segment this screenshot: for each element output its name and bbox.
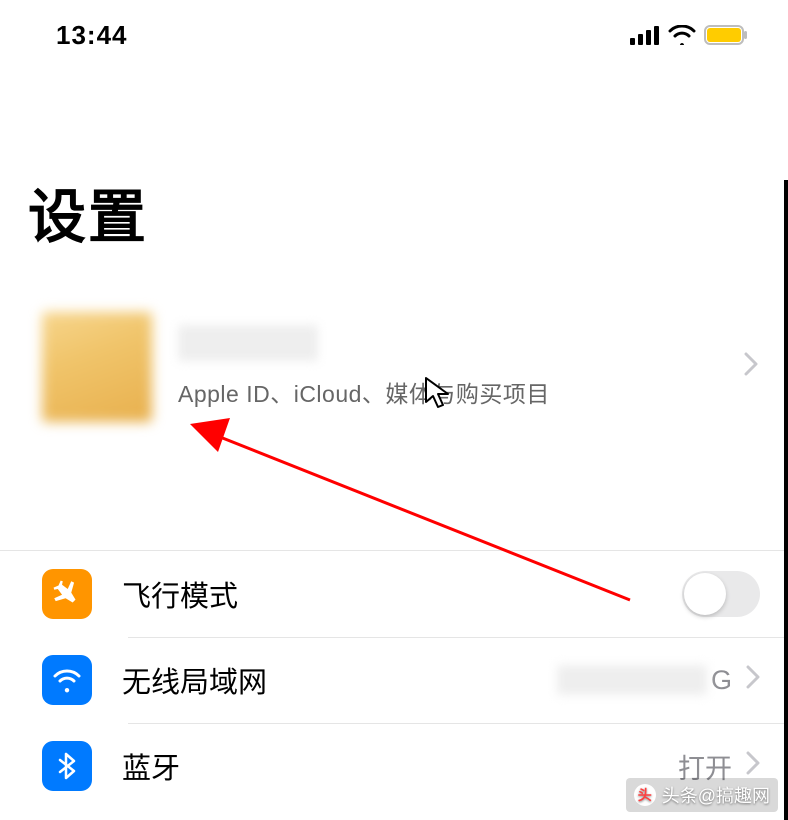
bluetooth-icon bbox=[42, 741, 92, 791]
profile-name-redacted bbox=[178, 325, 318, 361]
spacer bbox=[0, 440, 788, 550]
watermark-logo-icon: 头 bbox=[634, 784, 656, 806]
chevron-right-icon bbox=[744, 351, 758, 383]
watermark-text: 头条@搞趣网 bbox=[662, 782, 770, 808]
wifi-value: G bbox=[557, 665, 746, 696]
wifi-value-suffix: G bbox=[711, 665, 732, 696]
toggle-knob bbox=[684, 573, 726, 615]
wifi-icon bbox=[42, 655, 92, 705]
cellular-icon bbox=[630, 25, 660, 45]
page-title: 设置 bbox=[0, 60, 788, 294]
airplane-icon bbox=[42, 569, 92, 619]
profile-text: Apple ID、iCloud、媒体与购买项目 bbox=[178, 325, 744, 409]
watermark: 头 头条@搞趣网 bbox=[626, 778, 778, 812]
avatar bbox=[42, 312, 152, 422]
airplane-label: 飞行模式 bbox=[122, 573, 682, 615]
bluetooth-label: 蓝牙 bbox=[122, 745, 678, 787]
status-icons bbox=[630, 25, 748, 45]
settings-list: 飞行模式 无线局域网 G 蓝牙 打开 bbox=[0, 550, 788, 809]
airplane-toggle[interactable] bbox=[682, 571, 760, 617]
wifi-label: 无线局域网 bbox=[122, 659, 557, 701]
profile-subtitle: Apple ID、iCloud、媒体与购买项目 bbox=[178, 375, 744, 409]
status-time: 13:44 bbox=[56, 20, 128, 51]
airplane-mode-row[interactable]: 飞行模式 bbox=[0, 551, 788, 637]
scrollbar-edge bbox=[784, 180, 788, 820]
wifi-status-icon bbox=[668, 25, 696, 45]
battery-icon bbox=[704, 25, 748, 45]
wifi-value-redacted bbox=[557, 665, 707, 695]
wifi-row[interactable]: 无线局域网 G bbox=[0, 637, 788, 723]
chevron-right-icon bbox=[746, 664, 760, 696]
status-bar: 13:44 bbox=[0, 0, 788, 60]
apple-id-row[interactable]: Apple ID、iCloud、媒体与购买项目 bbox=[0, 294, 788, 440]
